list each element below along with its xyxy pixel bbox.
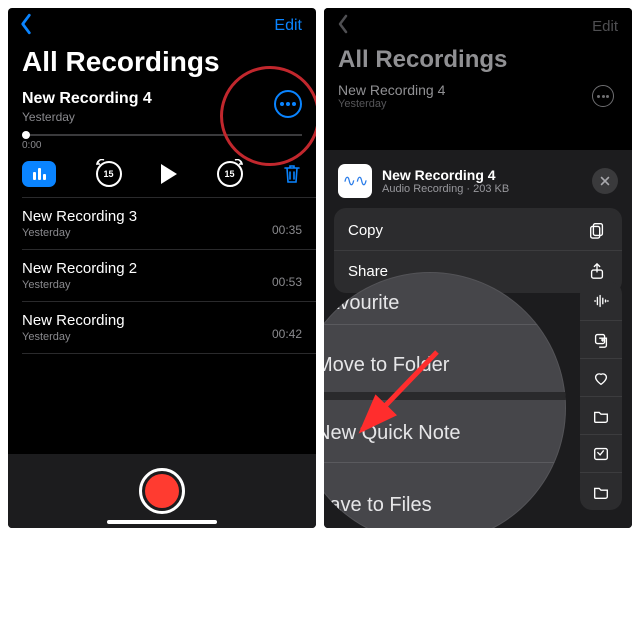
skip-back-button[interactable]: 15 — [96, 161, 122, 187]
skip-seconds-label: 15 — [224, 169, 234, 179]
ellipsis-icon — [280, 102, 296, 106]
files-icon[interactable] — [580, 472, 622, 510]
recording-name: New Recording — [22, 312, 125, 329]
play-button[interactable] — [161, 164, 177, 184]
magnified-move-label: Move to Folder — [324, 354, 449, 377]
waveform-icon[interactable] — [580, 282, 622, 320]
back-chevron-icon[interactable] — [18, 13, 34, 40]
record-icon — [145, 474, 179, 508]
page-title: All Recordings — [8, 38, 316, 84]
recording-date: Yesterday — [22, 279, 137, 291]
home-indicator[interactable] — [107, 520, 217, 524]
delete-button[interactable] — [282, 163, 302, 185]
close-icon — [599, 175, 611, 187]
recording-duration: 00:42 — [272, 327, 302, 341]
quicknote-icon[interactable] — [580, 434, 622, 472]
recording-duration: 00:53 — [272, 275, 302, 289]
duplicate-icon[interactable] — [580, 320, 622, 358]
copy-option[interactable]: Copy — [334, 210, 622, 250]
edit-button[interactable]: Edit — [274, 17, 302, 35]
share-sheet-screen: Edit All Recordings New Recording 4 Yest… — [324, 8, 632, 528]
heart-icon[interactable] — [580, 358, 622, 396]
recording-date: Yesterday — [22, 110, 302, 124]
play-icon — [161, 164, 177, 184]
recording-row[interactable]: New Recording Yesterday 00:42 — [8, 302, 316, 353]
playhead-time: 0:00 — [22, 140, 302, 151]
skip-forward-button[interactable]: 15 — [217, 161, 243, 187]
record-bar — [8, 454, 316, 528]
sliders-icon — [33, 168, 46, 180]
recording-date: Yesterday — [22, 227, 137, 239]
condensed-option-icons — [580, 282, 622, 510]
playback-controls: 15 15 — [8, 151, 316, 197]
scrubber-knob[interactable] — [22, 131, 30, 139]
sheet-header: ∿∿ New Recording 4 Audio Recording · 203… — [334, 160, 622, 208]
recording-duration: 00:35 — [272, 223, 302, 237]
sheet-file-name: New Recording 4 — [382, 167, 509, 183]
option-label: Share — [348, 263, 388, 280]
recording-date: Yesterday — [22, 331, 125, 343]
share-icon — [586, 262, 608, 280]
recording-row[interactable]: New Recording 2 Yesterday 00:53 — [8, 250, 316, 301]
record-button[interactable] — [139, 468, 185, 514]
sheet-file-meta: Audio Recording · 203 KB — [382, 183, 509, 195]
selected-recording[interactable]: New Recording 4 Yesterday — [8, 84, 316, 132]
audio-file-icon: ∿∿ — [338, 164, 372, 198]
recording-name: New Recording 3 — [22, 208, 137, 225]
more-options-button[interactable] — [274, 90, 302, 118]
recording-row[interactable]: New Recording 3 Yesterday 00:35 — [8, 198, 316, 249]
copy-icon — [586, 221, 608, 239]
skip-seconds-label: 15 — [103, 169, 113, 179]
voice-memos-list-screen: Edit All Recordings New Recording 4 Yest… — [8, 8, 316, 528]
option-label: Copy — [348, 222, 383, 239]
nav-bar: Edit — [8, 8, 316, 38]
recording-name: New Recording 2 — [22, 260, 137, 277]
close-sheet-button[interactable] — [592, 168, 618, 194]
magnified-quicknote-label: New Quick Note — [324, 422, 461, 445]
magnified-save-label: Save to Files — [324, 494, 432, 517]
playback-scrubber[interactable]: 0:00 — [8, 132, 316, 151]
playback-settings-button[interactable] — [22, 161, 56, 187]
recording-name: New Recording 4 — [22, 90, 302, 108]
trash-icon — [282, 163, 302, 185]
folder-icon[interactable] — [580, 396, 622, 434]
magnified-favourite-label: Favourite — [324, 292, 399, 315]
